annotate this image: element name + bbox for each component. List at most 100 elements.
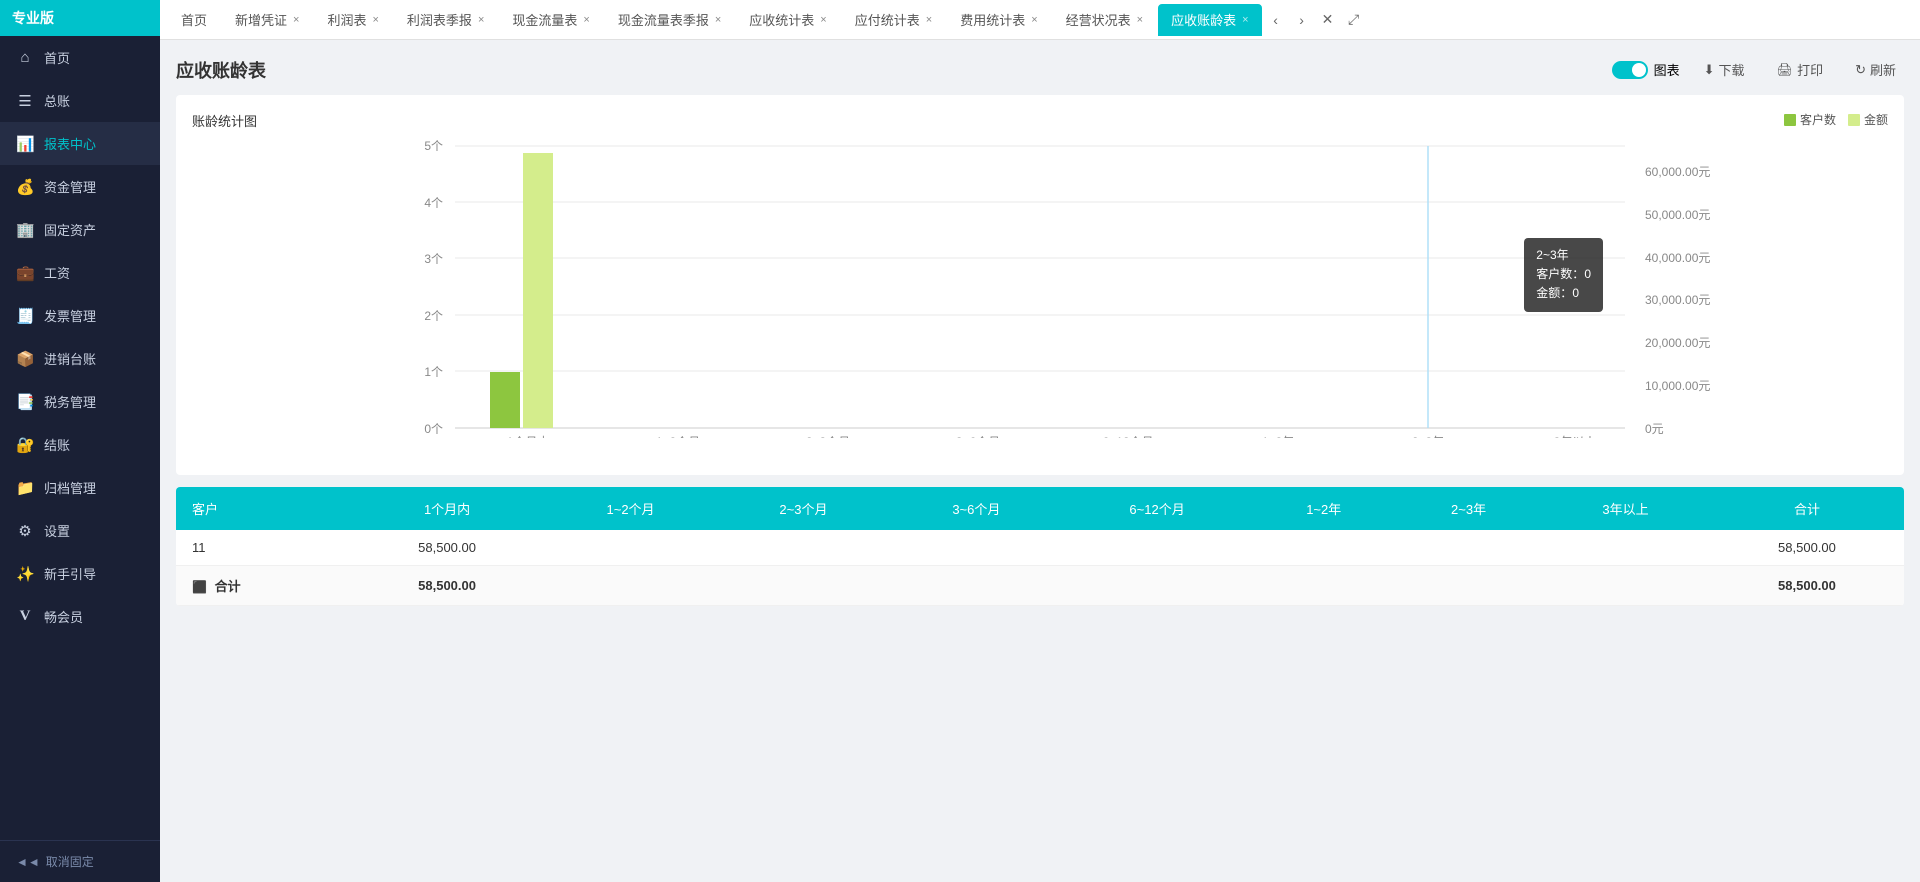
pin-icon: ◄◄	[16, 855, 40, 869]
close-icon[interactable]: ×	[926, 14, 932, 26]
toggle-pin-button[interactable]: ◄◄ 取消固定	[0, 840, 160, 882]
close-icon[interactable]: ×	[293, 14, 299, 26]
sidebar-item-label: 报表中心	[44, 134, 96, 153]
total-m1: 58,500.00	[350, 566, 544, 606]
sidebar-item-label: 发票管理	[44, 306, 96, 325]
svg-text:1~2个月: 1~2个月	[656, 435, 700, 438]
total-icon: ⬛	[192, 580, 207, 594]
member-icon: V	[16, 608, 34, 625]
cell-m6-12	[1063, 530, 1252, 566]
sidebar-item-archive[interactable]: 📁 归档管理	[0, 466, 160, 509]
close-icon[interactable]: ×	[715, 14, 721, 26]
col-y2-3: 2~3年	[1396, 487, 1541, 530]
close-icon[interactable]: ×	[1242, 14, 1248, 26]
chart-container: 账龄统计图 客户数 金额 0个 1个 2个 3个	[176, 95, 1904, 475]
close-icon[interactable]: ×	[1137, 14, 1143, 26]
sidebar-item-invoice[interactable]: 🧾 发票管理	[0, 294, 160, 337]
sidebar-item-label: 归档管理	[44, 478, 96, 497]
tab-next-button[interactable]: ›	[1290, 8, 1314, 32]
svg-text:10,000.00元: 10,000.00元	[1645, 379, 1710, 393]
page-header: 应收账龄表 图表 ⬇ 下载 🖨 打印 ↻ 刷新	[176, 56, 1904, 83]
legend-amount: 金额	[1848, 111, 1888, 128]
sidebar-item-member[interactable]: V 畅会员	[0, 595, 160, 638]
toggle-track[interactable]	[1612, 61, 1648, 79]
tab-expense-stats[interactable]: 费用统计表 ×	[947, 4, 1050, 36]
toggle-thumb	[1632, 63, 1646, 77]
cell-m3-6	[890, 530, 1063, 566]
tab-receivable-stats[interactable]: 应收统计表 ×	[736, 4, 839, 36]
close-icon[interactable]: ×	[478, 14, 484, 26]
capital-icon: 💰	[16, 178, 34, 196]
total-m3-6	[890, 566, 1063, 606]
tab-payable-stats[interactable]: 应付统计表 ×	[842, 4, 945, 36]
svg-text:2~3年: 2~3年	[1412, 435, 1444, 438]
bar-count-1	[490, 372, 520, 428]
page-title: 应收账龄表	[176, 57, 266, 83]
toggle-pin-label: 取消固定	[46, 853, 94, 870]
refresh-label: 刷新	[1870, 60, 1896, 79]
legend-color-count	[1784, 114, 1796, 126]
legend-label-count: 客户数	[1800, 111, 1836, 128]
sidebar-item-guide[interactable]: ✨ 新手引导	[0, 552, 160, 595]
col-m2-3: 2~3个月	[717, 487, 890, 530]
cell-total: 58,500.00	[1710, 530, 1904, 566]
tab-prev-button[interactable]: ‹	[1264, 8, 1288, 32]
sidebar-item-label: 首页	[44, 48, 70, 67]
tab-close-all-button[interactable]: ✕	[1316, 8, 1340, 32]
total-y1-2	[1251, 566, 1396, 606]
tab-profit-quarterly[interactable]: 利润表季报 ×	[394, 4, 497, 36]
tab-cashflow[interactable]: 现金流量表 ×	[499, 4, 602, 36]
total-m1-2	[544, 566, 717, 606]
sidebar-item-salary[interactable]: 💼 工资	[0, 251, 160, 294]
home-icon: ⌂	[16, 49, 34, 66]
sidebar-item-label: 工资	[44, 263, 70, 282]
cell-total-label: ⬛ 合计	[176, 566, 350, 606]
svg-text:6~12个月: 6~12个月	[1102, 435, 1153, 438]
sidebar-item-ledger[interactable]: ☰ 总账	[0, 79, 160, 122]
cell-customer: 11	[176, 530, 350, 566]
col-m6-12: 6~12个月	[1063, 487, 1252, 530]
chart-toggle[interactable]: 图表	[1612, 60, 1680, 79]
sidebar-item-inventory[interactable]: 📦 进销台账	[0, 337, 160, 380]
svg-text:1~2年: 1~2年	[1262, 435, 1294, 438]
assets-icon: 🏢	[16, 221, 34, 239]
sidebar-item-home[interactable]: ⌂ 首页	[0, 36, 160, 79]
tab-new-voucher[interactable]: 新增凭证 ×	[222, 4, 312, 36]
legend-customer-count: 客户数	[1784, 111, 1836, 128]
salary-icon: 💼	[16, 264, 34, 282]
close-icon[interactable]: ×	[583, 14, 589, 26]
closing-icon: 🔐	[16, 436, 34, 454]
close-icon[interactable]: ×	[372, 14, 378, 26]
sidebar-item-label: 资金管理	[44, 177, 96, 196]
guide-icon: ✨	[16, 565, 34, 583]
cell-m1: 58,500.00	[350, 530, 544, 566]
data-table: 客户 1个月内 1~2个月 2~3个月 3~6个月 6~12个月 1~2年 2~…	[176, 487, 1904, 606]
sidebar-item-tax[interactable]: 📑 税务管理	[0, 380, 160, 423]
refresh-button[interactable]: ↻ 刷新	[1847, 56, 1904, 83]
close-icon[interactable]: ×	[820, 14, 826, 26]
tab-home[interactable]: 首页	[168, 4, 220, 36]
sidebar-item-capital[interactable]: 💰 资金管理	[0, 165, 160, 208]
chart-svg-wrapper: 0个 1个 2个 3个 4个 5个 0元 10,000.00元 20,000.0…	[192, 138, 1888, 448]
svg-text:5个: 5个	[424, 139, 443, 153]
print-button[interactable]: 🖨 打印	[1769, 56, 1832, 83]
sidebar-item-settings[interactable]: ⚙ 设置	[0, 509, 160, 552]
ledger-icon: ☰	[16, 92, 34, 110]
sidebar-item-closing[interactable]: 🔐 结账	[0, 423, 160, 466]
col-y1-2: 1~2年	[1251, 487, 1396, 530]
content-area: 应收账龄表 图表 ⬇ 下载 🖨 打印 ↻ 刷新	[160, 40, 1920, 882]
tab-receivable-aging[interactable]: 应收账龄表 ×	[1158, 4, 1261, 36]
chart-legend: 客户数 金额	[1784, 111, 1888, 128]
sidebar-item-assets[interactable]: 🏢 固定资产	[0, 208, 160, 251]
svg-text:1个月内: 1个月内	[507, 435, 550, 438]
col-customer: 客户	[176, 487, 350, 530]
download-button[interactable]: ⬇ 下载	[1696, 56, 1753, 83]
tab-fullscreen-button[interactable]: ⤢	[1342, 8, 1366, 32]
sidebar-item-reports[interactable]: 📊 报表中心	[0, 122, 160, 165]
tab-profit[interactable]: 利润表 ×	[314, 4, 391, 36]
tab-cashflow-quarterly[interactable]: 现金流量表季报 ×	[605, 4, 734, 36]
total-y3p	[1541, 566, 1710, 606]
tab-operations[interactable]: 经营状况表 ×	[1053, 4, 1156, 36]
total-total: 58,500.00	[1710, 566, 1904, 606]
close-icon[interactable]: ×	[1031, 14, 1037, 26]
